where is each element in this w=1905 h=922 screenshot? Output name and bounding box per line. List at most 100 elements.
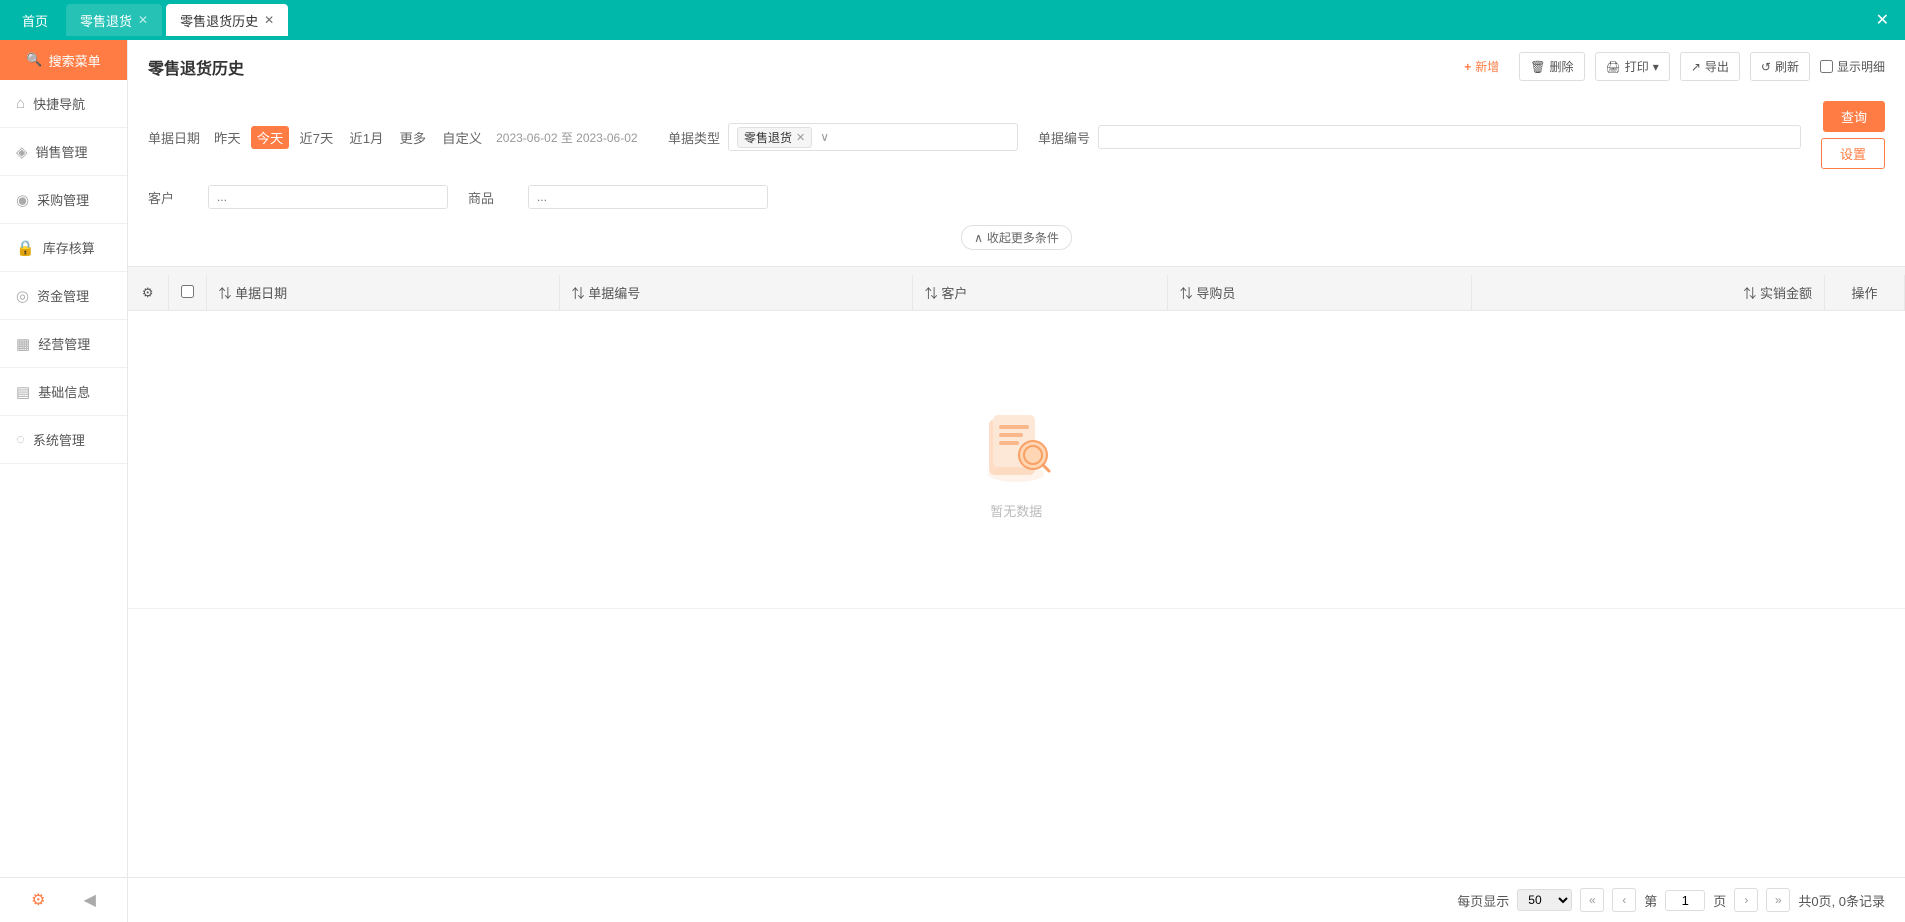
page-header: 零售退货历史 + 新增 🗑 删除 🖨 打印 ▾: [128, 40, 1905, 267]
tab-home-label: 首页: [22, 11, 48, 30]
sidebar-search[interactable]: 🔍 搜索菜单: [0, 40, 127, 80]
settings-gear-icon[interactable]: ⚙: [31, 890, 45, 910]
sidebar-item-inventory[interactable]: 🔒 库存核算: [0, 224, 127, 272]
th-amount: ⇅ 实销金额: [1471, 275, 1824, 311]
refresh-icon: ↺: [1761, 60, 1771, 74]
tab-retail-return[interactable]: 零售退货 ✕: [66, 4, 162, 36]
sidebar-item-system-mgmt[interactable]: ◌ 系统管理: [0, 416, 127, 464]
main-layout: 🔍 搜索菜单 ⌂ 快捷导航 ◈ 销售管理 ◉ 采购管理 🔒 库存核算 ◎ 资金管…: [0, 40, 1905, 922]
collapse-button[interactable]: ∧ 收起更多条件: [961, 225, 1072, 250]
empty-state-row: 暂无数据: [128, 311, 1905, 609]
delete-button[interactable]: 🗑 删除: [1519, 52, 1584, 81]
th-doc-num: ⇅ 单据编号: [559, 275, 912, 311]
tab-retail-return-history-close[interactable]: ✕: [264, 13, 274, 27]
sidebar-item-basic-info-label: 基础信息: [38, 382, 90, 401]
window-close-button[interactable]: ✕: [1868, 10, 1897, 30]
tab-retail-return-label: 零售退货: [80, 11, 132, 30]
filter-date-7days[interactable]: 近7天: [293, 126, 339, 149]
sidebar-item-sales-mgmt-label: 销售管理: [36, 142, 88, 161]
sidebar-search-label: 搜索菜单: [49, 51, 101, 70]
data-table: ⚙ ⇅ 单据日期 ⇅ 单据编号 ⇅ 客户: [128, 275, 1905, 609]
system-icon: ◌: [16, 431, 25, 448]
page-label: 第: [1644, 891, 1657, 910]
sidebar-item-finance-mgmt[interactable]: ◎ 资金管理: [0, 272, 127, 320]
export-button[interactable]: ↗ 导出: [1680, 52, 1740, 81]
empty-text: 暂无数据: [990, 501, 1042, 520]
filter-date-yesterday[interactable]: 昨天: [208, 126, 247, 149]
basic-info-icon: ▤: [16, 383, 30, 401]
filter-doc-type-input[interactable]: 零售退货 ✕ ∨: [728, 123, 1018, 151]
filter-date-label: 单据日期: [148, 128, 208, 147]
print-button[interactable]: 🖨 打印 ▾: [1595, 52, 1670, 81]
sidebar-item-operations-mgmt-label: 经营管理: [38, 334, 90, 353]
sidebar-item-basic-info[interactable]: ▤ 基础信息: [0, 368, 127, 416]
filter-customer: 客户: [148, 185, 448, 209]
collapse-sidebar-icon[interactable]: ◀: [84, 890, 96, 910]
th-settings[interactable]: ⚙: [128, 275, 168, 311]
sidebar-item-inventory-label: 库存核算: [43, 238, 95, 257]
tab-retail-return-close[interactable]: ✕: [138, 13, 148, 27]
sidebar-item-quick-nav[interactable]: ⌂ 快捷导航: [0, 80, 127, 128]
total-label: 共0页, 0条记录: [1798, 891, 1885, 910]
filter-date-buttons: 昨天 今天 近7天 近1月 更多 自定义 2023-06-02 至 2023-0…: [208, 126, 638, 149]
delete-label: 删除: [1550, 58, 1574, 75]
filter-row-2: 客户 商品: [148, 185, 1885, 221]
tab-retail-return-history[interactable]: 零售退货历史 ✕: [166, 4, 288, 36]
table-header-row: ⚙ ⇅ 单据日期 ⇅ 单据编号 ⇅ 客户: [128, 275, 1905, 311]
filter-area: 单据日期 昨天 今天 近7天 近1月 更多 自定义 2023-06-02 至 2…: [148, 93, 1885, 266]
filter-customer-label: 客户: [148, 188, 208, 207]
th-actions: 操作: [1825, 275, 1905, 311]
sidebar-item-system-mgmt-label: 系统管理: [33, 430, 85, 449]
filter-date-1month[interactable]: 近1月: [343, 126, 389, 149]
page-unit: 页: [1713, 891, 1726, 910]
table-body: 暂无数据: [128, 311, 1905, 609]
filter-doc-num-label: 单据编号: [1038, 128, 1098, 147]
finance-icon: ◎: [16, 287, 29, 305]
select-all-checkbox[interactable]: [181, 285, 194, 298]
query-button[interactable]: 查询: [1823, 101, 1885, 132]
th-customer: ⇅ 客户: [912, 275, 1167, 311]
th-doc-date: ⇅ 单据日期: [206, 275, 559, 311]
th-doc-num-label: ⇅ 单据编号: [572, 286, 641, 301]
refresh-button[interactable]: ↺ 刷新: [1750, 52, 1810, 81]
page-title: 零售退货历史: [148, 55, 244, 79]
filter-doc-num: 单据编号: [1038, 125, 1801, 149]
display-toggle-checkbox[interactable]: [1820, 60, 1833, 73]
sidebar-item-purchase-mgmt[interactable]: ◉ 采购管理: [0, 176, 127, 224]
per-page-select[interactable]: 20 50 100: [1517, 889, 1572, 911]
filter-doc-type-tag-value: 零售退货: [744, 129, 792, 146]
filter-customer-input[interactable]: [208, 185, 448, 209]
new-button[interactable]: + 新增: [1454, 53, 1509, 80]
delete-icon: 🗑: [1530, 60, 1545, 74]
filter-goods-input[interactable]: [528, 185, 768, 209]
export-icon: ↗: [1691, 60, 1701, 74]
filter-date-today[interactable]: 今天: [251, 126, 290, 149]
display-toggle[interactable]: 显示明细: [1820, 58, 1885, 75]
inventory-icon: 🔒: [16, 239, 35, 257]
collapse-label: 收起更多条件: [987, 229, 1059, 246]
first-page-button[interactable]: «: [1580, 888, 1604, 912]
tab-retail-return-history-label: 零售退货历史: [180, 11, 258, 30]
sidebar-item-sales-mgmt[interactable]: ◈ 销售管理: [0, 128, 127, 176]
export-label: 导出: [1705, 58, 1729, 75]
collapse-bar: ∧ 收起更多条件: [148, 221, 1885, 256]
th-actions-label: 操作: [1851, 286, 1877, 301]
display-toggle-label: 显示明细: [1837, 58, 1885, 75]
action-buttons: 查询 设置: [1821, 101, 1885, 177]
filter-doc-type-tag-remove[interactable]: ✕: [796, 131, 805, 144]
page-number-input[interactable]: [1665, 890, 1705, 911]
filter-doc-type: 单据类型 零售退货 ✕ ∨: [668, 123, 1018, 151]
filter-goods-label: 商品: [468, 188, 528, 207]
filter-date-custom[interactable]: 自定义: [436, 126, 488, 149]
th-checkbox[interactable]: [168, 275, 206, 311]
filter-settings-button[interactable]: 设置: [1821, 138, 1885, 169]
prev-page-button[interactable]: ‹: [1612, 888, 1636, 912]
last-page-button[interactable]: »: [1766, 888, 1790, 912]
sidebar-item-operations-mgmt[interactable]: ▦ 经营管理: [0, 320, 127, 368]
filter-date-more[interactable]: 更多: [393, 126, 432, 149]
next-page-button[interactable]: ›: [1734, 888, 1758, 912]
toolbar: + 新增 🗑 删除 🖨 打印 ▾ ↗ 导出: [1454, 52, 1885, 81]
filter-doc-num-input[interactable]: [1098, 125, 1801, 149]
collapse-up-icon: ∧: [974, 231, 983, 245]
tab-home[interactable]: 首页: [8, 4, 62, 36]
